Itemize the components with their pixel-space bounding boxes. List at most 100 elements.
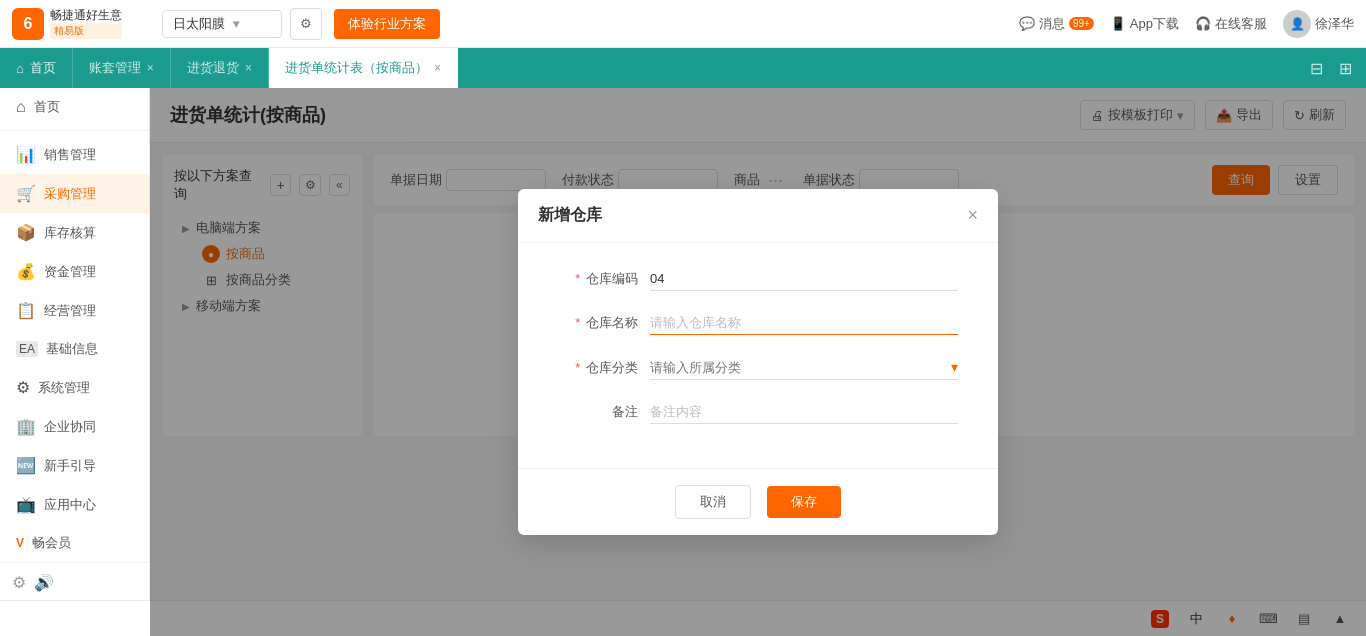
trial-button[interactable]: 体验行业方案 xyxy=(334,9,440,39)
operations-icon: 📋 xyxy=(16,301,36,320)
code-label: * 仓库编码 xyxy=(558,270,638,288)
tab-purchase-return-close[interactable]: × xyxy=(245,61,252,75)
avatar: 👤 xyxy=(1283,10,1311,38)
user-profile-button[interactable]: 👤 徐泽华 xyxy=(1283,10,1354,38)
online-service-button[interactable]: 🎧 在线客服 xyxy=(1195,15,1267,33)
cancel-button[interactable]: 取消 xyxy=(675,485,751,519)
settings-bottom-icon[interactable]: ⚙ xyxy=(12,573,26,592)
main-layout: ⌂ 首页 📊 销售管理 🛒 采购管理 📦 库存核算 💰 资金管理 📋 经营管理 … xyxy=(0,88,1366,636)
sales-icon: 📊 xyxy=(16,145,36,164)
sidebar-member-label: 畅会员 xyxy=(32,534,71,552)
tab-home[interactable]: ⌂ 首页 xyxy=(0,48,73,88)
tab-collapse-button[interactable]: ⊟ xyxy=(1304,55,1329,82)
app-center-icon: 📺 xyxy=(16,495,36,514)
store-name: 日太阳膜 xyxy=(173,15,225,33)
app-name-area: 畅捷通好生意 精易版 xyxy=(50,8,122,40)
sidebar-guide-label: 新手引导 xyxy=(44,457,96,475)
name-label: * 仓库名称 xyxy=(558,314,638,332)
messages-button[interactable]: 💬 消息 99+ xyxy=(1019,15,1094,33)
sidebar: ⌂ 首页 📊 销售管理 🛒 采购管理 📦 库存核算 💰 资金管理 📋 经营管理 … xyxy=(0,88,150,636)
sidebar-item-enterprise[interactable]: 🏢 企业协同 xyxy=(0,407,149,446)
category-input[interactable] xyxy=(650,360,951,375)
headset-icon: 🎧 xyxy=(1195,16,1211,31)
sidebar-item-system[interactable]: ⚙ 系统管理 xyxy=(0,368,149,407)
guide-icon: 🆕 xyxy=(16,456,36,475)
sidebar-system-label: 系统管理 xyxy=(38,379,90,397)
phone-icon: 📱 xyxy=(1110,16,1126,31)
code-required-star: * xyxy=(575,271,580,286)
form-row-category: * 仓库分类 ▾ xyxy=(558,355,958,380)
tab-controls: ⊟ ⊞ xyxy=(1304,55,1366,82)
sidebar-finance-label: 资金管理 xyxy=(44,263,96,281)
store-selector[interactable]: 日太阳膜 ▾ xyxy=(162,10,282,38)
nav-tabs: ⌂ 首页 账套管理 × 进货退货 × 进货单统计表（按商品） × ⊟ ⊞ xyxy=(0,48,1366,88)
system-icon: ⚙ xyxy=(16,378,30,397)
tab-accounts-close[interactable]: × xyxy=(147,61,154,75)
home-icon: ⌂ xyxy=(16,61,24,76)
settings-button[interactable]: ⚙ xyxy=(290,8,322,40)
sidebar-app-center-label: 应用中心 xyxy=(44,496,96,514)
app-logo-icon: 6 xyxy=(12,8,44,40)
tab-purchase-stats-label: 进货单统计表（按商品） xyxy=(285,59,428,77)
gear-icon: ⚙ xyxy=(300,16,312,31)
member-icon: V xyxy=(16,536,24,550)
sidebar-sales-label: 销售管理 xyxy=(44,146,96,164)
tab-accounts-label: 账套管理 xyxy=(89,59,141,77)
name-input[interactable] xyxy=(650,311,958,335)
chevron-down-icon: ▾ xyxy=(233,16,240,31)
category-required-star: * xyxy=(575,360,580,375)
sidebar-item-sales[interactable]: 📊 销售管理 xyxy=(0,135,149,174)
modal-close-button[interactable]: × xyxy=(967,205,978,226)
sidebar-inventory-label: 库存核算 xyxy=(44,224,96,242)
modal-overlay: 新增仓库 × * 仓库编码 * xyxy=(150,88,1366,636)
sidebar-item-purchase[interactable]: 🛒 采购管理 xyxy=(0,174,149,213)
message-icon: 💬 xyxy=(1019,16,1035,31)
user-name: 徐泽华 xyxy=(1315,15,1354,33)
sidebar-item-basic[interactable]: EA 基础信息 xyxy=(0,330,149,368)
sidebar-operations-label: 经营管理 xyxy=(44,302,96,320)
modal-footer: 取消 保存 xyxy=(518,468,998,535)
form-row-remark: 备注 xyxy=(558,400,958,424)
category-chevron-icon: ▾ xyxy=(951,359,958,375)
top-header: 6 畅捷通好生意 精易版 日太阳膜 ▾ ⚙ 体验行业方案 💬 消息 99+ 📱 … xyxy=(0,0,1366,48)
content-area: 进货单统计(按商品) 🖨 按模板打印 ▾ 📤 导出 ↻ 刷新 xyxy=(150,88,1366,636)
sidebar-item-finance[interactable]: 💰 资金管理 xyxy=(0,252,149,291)
category-select-wrap: ▾ xyxy=(650,355,958,380)
tab-purchase-stats[interactable]: 进货单统计表（按商品） × xyxy=(269,48,458,88)
app-download-label: App下载 xyxy=(1130,15,1179,33)
new-warehouse-modal: 新增仓库 × * 仓库编码 * xyxy=(518,189,998,535)
remark-label: 备注 xyxy=(558,403,638,421)
sidebar-item-operations[interactable]: 📋 经营管理 xyxy=(0,291,149,330)
sidebar-bottom: ⚙ 🔊 xyxy=(0,562,149,602)
enterprise-icon: 🏢 xyxy=(16,417,36,436)
sidebar-item-home[interactable]: ⌂ 首页 xyxy=(0,88,149,126)
tab-purchase-return-label: 进货退货 xyxy=(187,59,239,77)
tab-purchase-stats-close[interactable]: × xyxy=(434,61,441,75)
home-icon: ⌂ xyxy=(16,98,26,116)
messages-label: 消息 xyxy=(1039,15,1065,33)
modal-header: 新增仓库 × xyxy=(518,189,998,243)
sidebar-enterprise-label: 企业协同 xyxy=(44,418,96,436)
tab-purchase-return[interactable]: 进货退货 × xyxy=(171,48,269,88)
inventory-icon: 📦 xyxy=(16,223,36,242)
sidebar-divider-1 xyxy=(0,130,149,131)
sidebar-item-inventory[interactable]: 📦 库存核算 xyxy=(0,213,149,252)
basic-icon: EA xyxy=(16,341,38,357)
header-right: 💬 消息 99+ 📱 App下载 🎧 在线客服 👤 徐泽华 xyxy=(1019,10,1354,38)
form-row-code: * 仓库编码 xyxy=(558,267,958,291)
sidebar-item-member[interactable]: V 畅会员 xyxy=(0,524,149,562)
app-tag: 精易版 xyxy=(50,23,122,39)
sidebar-item-app-center[interactable]: 📺 应用中心 xyxy=(0,485,149,524)
tab-expand-button[interactable]: ⊞ xyxy=(1333,55,1358,82)
remark-input[interactable] xyxy=(650,400,958,424)
sidebar-item-guide[interactable]: 🆕 新手引导 xyxy=(0,446,149,485)
app-download-button[interactable]: 📱 App下载 xyxy=(1110,15,1179,33)
code-input[interactable] xyxy=(650,267,958,291)
form-row-name: * 仓库名称 xyxy=(558,311,958,335)
sidebar-basic-label: 基础信息 xyxy=(46,340,98,358)
category-label: * 仓库分类 xyxy=(558,359,638,377)
tab-accounts[interactable]: 账套管理 × xyxy=(73,48,171,88)
name-required-star: * xyxy=(575,315,580,330)
save-button[interactable]: 保存 xyxy=(767,486,841,518)
speaker-icon[interactable]: 🔊 xyxy=(34,573,54,592)
